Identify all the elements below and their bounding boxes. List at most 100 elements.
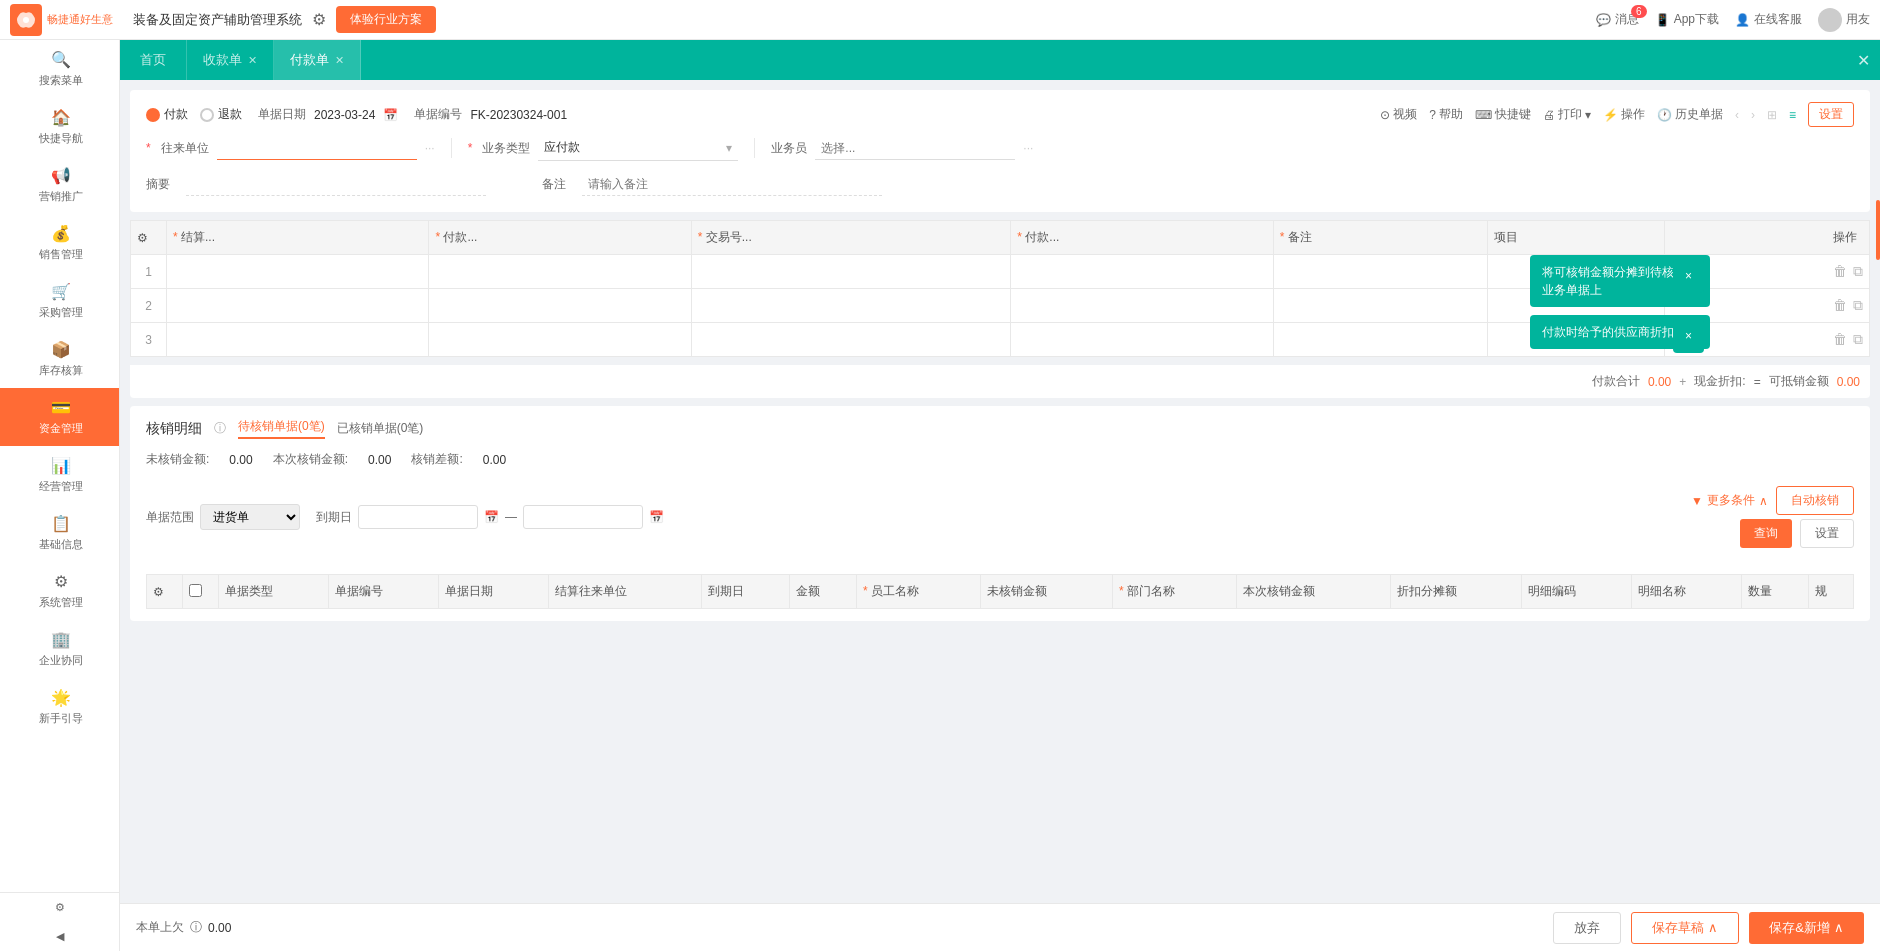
tab-receipt[interactable]: 收款单 ✕ (187, 40, 274, 80)
toolbar-print[interactable]: 🖨 打印 ▾ (1543, 106, 1591, 123)
operations-icon: 📊 (51, 456, 71, 475)
row-3-transaction-num[interactable] (691, 323, 1011, 357)
operations-tb-label: 操作 (1621, 106, 1645, 123)
filter-end-date-icon[interactable]: 📅 (649, 510, 664, 524)
sidebar-item-sales[interactable]: 💰 销售管理 (0, 214, 119, 272)
radio-refund[interactable]: 退款 (200, 106, 242, 123)
row-2-copy-icon[interactable]: ⧉ (1853, 297, 1863, 314)
message-icon-item[interactable]: 💬 消息 6 (1596, 11, 1639, 28)
logo-icon (10, 4, 42, 36)
th-settings[interactable]: ⚙ (131, 221, 167, 255)
sidebar-item-enterprise[interactable]: 🏢 企业协同 (0, 620, 119, 678)
row-2-delete-icon[interactable]: 🗑 (1833, 297, 1847, 314)
row-2-payment-amount[interactable] (1011, 289, 1273, 323)
row-2-transaction-num[interactable] (691, 289, 1011, 323)
from-party-more-icon[interactable]: ··· (425, 141, 435, 155)
radio-payment[interactable]: 付款 (146, 106, 188, 123)
row-1-copy-icon[interactable]: ⧉ (1853, 263, 1863, 280)
top-settings-icon[interactable]: ⚙ (312, 10, 326, 29)
toolbar-video[interactable]: ⊙ 视频 (1380, 106, 1417, 123)
filter-doc-type-label: 单据范围 (146, 509, 194, 526)
sidebar-item-inventory[interactable]: 📦 库存核算 (0, 330, 119, 388)
note-input[interactable] (582, 173, 882, 196)
detail-th-checkbox[interactable] (183, 575, 219, 609)
staff-more-icon[interactable]: ··· (1023, 141, 1033, 155)
toolbar-grid-icon[interactable]: ⊞ (1767, 108, 1777, 122)
filter-start-date-input[interactable] (358, 505, 478, 529)
settings-button[interactable]: 设置 (1808, 102, 1854, 127)
sidebar-settings-btn[interactable]: ⚙ (0, 893, 119, 922)
verify-info-icon[interactable]: ⓘ (214, 420, 226, 437)
row-3-settlement[interactable] (167, 323, 429, 357)
detail-th-settle-party: 结算往来单位 (548, 575, 701, 609)
tab-home[interactable]: 首页 (120, 40, 187, 80)
row-1-settlement[interactable] (167, 255, 429, 289)
sidebar-item-operations[interactable]: 📊 经营管理 (0, 446, 119, 504)
sidebar-collapse-btn[interactable]: ◀ (0, 922, 119, 951)
verify-tab-pending[interactable]: 待核销单据(0笔) (238, 418, 325, 439)
row-1-payment-amount[interactable] (1011, 255, 1273, 289)
tab-payment[interactable]: 付款单 ✕ (274, 40, 361, 80)
from-party-input[interactable] (217, 137, 417, 160)
sidebar-item-search-menu[interactable]: 🔍 搜索菜单 (0, 40, 119, 98)
staff-input[interactable] (815, 137, 1015, 160)
more-filter-btn[interactable]: ▼ 更多条件 ∧ (1691, 486, 1768, 515)
filter-end-date-input[interactable] (523, 505, 643, 529)
user-item[interactable]: 用友 (1818, 8, 1870, 32)
toolbar-nav-right[interactable]: › (1751, 108, 1755, 122)
sidebar-item-purchase[interactable]: 🛒 采购管理 (0, 272, 119, 330)
detail-th-unit: 规 (1808, 575, 1853, 609)
tab-payment-close[interactable]: ✕ (335, 54, 344, 67)
filter-doc-type-select[interactable]: 进货单 (200, 504, 300, 530)
discard-button[interactable]: 放弃 (1553, 912, 1621, 944)
toolbar-history[interactable]: 🕐 历史单据 (1657, 106, 1723, 123)
verify-tab-done[interactable]: 已核销单据(0笔) (337, 420, 424, 437)
sidebar: 🔍 搜索菜单 🏠 快捷导航 📢 营销推广 💰 销售管理 🛒 采购管理 📦 (0, 40, 120, 951)
row-1-transaction-num[interactable] (691, 255, 1011, 289)
save-draft-button[interactable]: 保存草稿 ∧ (1631, 912, 1739, 944)
row-2-settlement[interactable] (167, 289, 429, 323)
online-service-item[interactable]: 👤 在线客服 (1735, 11, 1802, 28)
row-1-note[interactable] (1273, 255, 1488, 289)
filter-due-date-label: 到期日 (316, 509, 352, 526)
sidebar-item-funds[interactable]: 💳 资金管理 (0, 388, 119, 446)
row-3-note[interactable] (1273, 323, 1488, 357)
query-button[interactable]: 查询 (1740, 519, 1792, 548)
select-all-checkbox[interactable] (189, 584, 202, 597)
toolbar-list-icon[interactable]: ≡ (1789, 108, 1796, 122)
sidebar-item-marketing[interactable]: 📢 营销推广 (0, 156, 119, 214)
auto-verify-button[interactable]: 自动核销 (1776, 486, 1854, 515)
toolbar-nav-left[interactable]: ‹ (1735, 108, 1739, 122)
tab-bar-close-btn[interactable]: ✕ (1857, 51, 1870, 70)
row-3-copy-icon[interactable]: ⧉ (1853, 331, 1863, 348)
row-2-note[interactable] (1273, 289, 1488, 323)
sidebar-item-basic-info[interactable]: 📋 基础信息 (0, 504, 119, 562)
toolbar-help[interactable]: ? 帮助 (1429, 106, 1463, 123)
user-avatar (1818, 8, 1842, 32)
content-area: 首页 收款单 ✕ 付款单 ✕ ✕ (120, 40, 1880, 951)
sidebar-item-system[interactable]: ⚙ 系统管理 (0, 562, 119, 620)
sidebar-item-new-guide[interactable]: 🌟 新手引导 (0, 678, 119, 736)
detail-th-settings[interactable]: ⚙ (147, 575, 183, 609)
row-3-payment-amount[interactable] (1011, 323, 1273, 357)
experience-btn[interactable]: 体验行业方案 (336, 6, 436, 33)
remark-input[interactable] (186, 173, 486, 196)
date-icon[interactable]: 📅 (383, 108, 398, 122)
row-1-payment-account[interactable] (429, 255, 691, 289)
toolbar-shortcut[interactable]: ⌨ 快捷键 (1475, 106, 1531, 123)
row-3-delete-icon[interactable]: 🗑 (1833, 331, 1847, 348)
tooltip-1-close[interactable]: × (1673, 259, 1704, 293)
biz-type-select[interactable]: 应付款 ▾ (538, 135, 738, 161)
toolbar-operations[interactable]: ⚡ 操作 (1603, 106, 1645, 123)
verify-settings-button[interactable]: 设置 (1800, 519, 1854, 548)
history-icon: 🕐 (1657, 108, 1672, 122)
save-new-button[interactable]: 保存&新增 ∧ (1749, 912, 1864, 944)
app-download-item[interactable]: 📱 App下载 (1655, 11, 1719, 28)
tab-receipt-close[interactable]: ✕ (248, 54, 257, 67)
row-3-payment-account[interactable] (429, 323, 691, 357)
tooltip-2-close[interactable]: × (1673, 319, 1704, 353)
row-1-delete-icon[interactable]: 🗑 (1833, 263, 1847, 280)
sidebar-item-quick-nav[interactable]: 🏠 快捷导航 (0, 98, 119, 156)
filter-start-date-icon[interactable]: 📅 (484, 510, 499, 524)
row-2-payment-account[interactable] (429, 289, 691, 323)
